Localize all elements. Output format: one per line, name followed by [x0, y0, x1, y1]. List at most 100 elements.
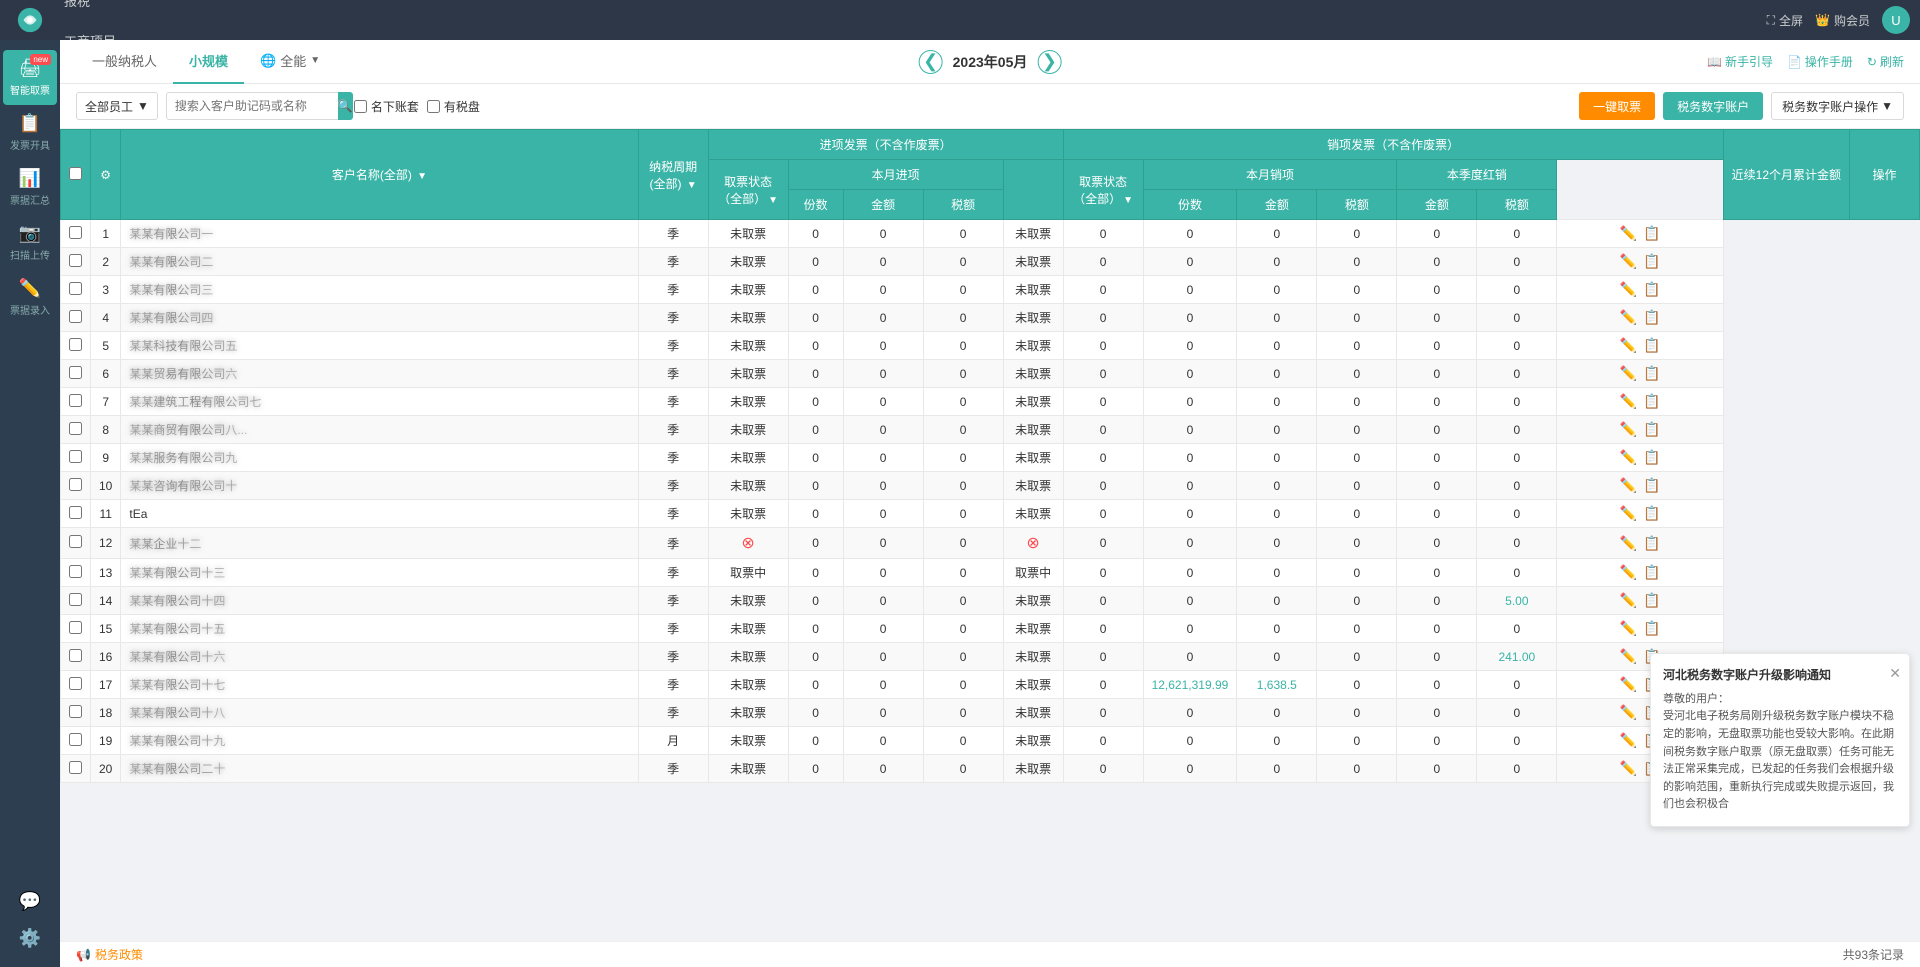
shuiwu-caozuo-btn[interactable]: 税务数字账户操作 ▼	[1771, 92, 1904, 120]
notification-close-btn[interactable]: ✕	[1889, 662, 1901, 684]
row-checkbox-cell[interactable]	[61, 671, 91, 699]
income-status-header[interactable]: 取票状态（全部）▼	[708, 160, 788, 220]
copy-icon[interactable]: 📋	[1643, 535, 1660, 552]
edit-icon[interactable]: ✏️	[1620, 365, 1637, 382]
refresh-btn[interactable]: ↻ 刷新	[1867, 53, 1904, 70]
manual-btn[interactable]: 📄 操作手册	[1787, 53, 1853, 70]
edit-icon[interactable]: ✏️	[1620, 592, 1637, 609]
copy-icon[interactable]: 📋	[1643, 620, 1660, 637]
new-guide-btn[interactable]: 📖 新手引导	[1707, 53, 1773, 70]
fullscreen-btn[interactable]: ⛶ 全屏	[1767, 12, 1803, 29]
copy-icon[interactable]: 📋	[1643, 592, 1660, 609]
copy-icon[interactable]: 📋	[1643, 337, 1660, 354]
row-checkbox[interactable]	[69, 366, 82, 379]
row-checkbox[interactable]	[69, 254, 82, 267]
row-checkbox[interactable]	[69, 621, 82, 634]
edit-icon[interactable]: ✏️	[1620, 620, 1637, 637]
row-checkbox[interactable]	[69, 338, 82, 351]
sidebar-item-0[interactable]: 🖨智能取票new	[3, 50, 57, 105]
row-checkbox-cell[interactable]	[61, 220, 91, 248]
row-checkbox[interactable]	[69, 310, 82, 323]
search-input[interactable]	[167, 99, 338, 113]
row-checkbox[interactable]	[69, 394, 82, 407]
row-checkbox[interactable]	[69, 535, 82, 548]
row-checkbox[interactable]	[69, 705, 82, 718]
copy-icon[interactable]: 📋	[1643, 309, 1660, 326]
row-checkbox-cell[interactable]	[61, 276, 91, 304]
row-checkbox[interactable]	[69, 677, 82, 690]
row-checkbox-cell[interactable]	[61, 332, 91, 360]
sidebar-item-2[interactable]: 📊票据汇总	[3, 160, 57, 215]
row-checkbox-cell[interactable]	[61, 444, 91, 472]
edit-icon[interactable]: ✏️	[1620, 676, 1637, 693]
row-checkbox-cell[interactable]	[61, 528, 91, 559]
row-checkbox-cell[interactable]	[61, 304, 91, 332]
tab-general[interactable]: 一般纳税人	[76, 40, 173, 84]
prev-month-btn[interactable]: ❮	[919, 50, 943, 74]
tab-small-scale[interactable]: 小规模	[173, 40, 244, 84]
member-btn[interactable]: 👑 购会员	[1815, 12, 1870, 29]
tax-policy-label[interactable]: 税务政策	[95, 946, 143, 963]
edit-icon[interactable]: ✏️	[1620, 477, 1637, 494]
xiaming-checkbox-label[interactable]: 名下账套	[354, 98, 419, 115]
edit-icon[interactable]: ✏️	[1620, 704, 1637, 721]
row-checkbox[interactable]	[69, 226, 82, 239]
copy-icon[interactable]: 📋	[1643, 477, 1660, 494]
row-checkbox-cell[interactable]	[61, 559, 91, 587]
avatar[interactable]: U	[1882, 6, 1910, 34]
edit-icon[interactable]: ✏️	[1620, 564, 1637, 581]
sidebar-item-settings[interactable]: ⚙️	[3, 920, 57, 957]
row-checkbox-cell[interactable]	[61, 755, 91, 783]
edit-icon[interactable]: ✏️	[1620, 535, 1637, 552]
row-checkbox-cell[interactable]	[61, 500, 91, 528]
copy-icon[interactable]: 📋	[1643, 505, 1660, 522]
table-wrapper[interactable]: ⚙ 客户名称(全部) ▼ 纳税周期(全部) ▼ 进项发票（不含作废票） 销项发票…	[60, 129, 1920, 941]
sidebar-item-message[interactable]: 💬	[3, 883, 57, 920]
row-checkbox[interactable]	[69, 450, 82, 463]
yijian-qupiao-btn[interactable]: 一键取票	[1579, 92, 1655, 120]
edit-icon[interactable]: ✏️	[1620, 337, 1637, 354]
row-checkbox[interactable]	[69, 649, 82, 662]
edit-icon[interactable]: ✏️	[1620, 253, 1637, 270]
search-button[interactable]: 🔍	[338, 92, 353, 120]
edit-icon[interactable]: ✏️	[1620, 421, 1637, 438]
copy-icon[interactable]: 📋	[1643, 449, 1660, 466]
youshuipan-checkbox[interactable]	[427, 100, 440, 113]
row-checkbox[interactable]	[69, 506, 82, 519]
edit-icon[interactable]: ✏️	[1620, 309, 1637, 326]
tax-period-header[interactable]: 纳税周期(全部) ▼	[638, 130, 708, 220]
customer-name-header[interactable]: 客户名称(全部) ▼	[121, 130, 638, 220]
edit-icon[interactable]: ✏️	[1620, 449, 1637, 466]
edit-icon[interactable]: ✏️	[1620, 760, 1637, 777]
row-checkbox[interactable]	[69, 422, 82, 435]
edit-icon[interactable]: ✏️	[1620, 648, 1637, 665]
row-checkbox[interactable]	[69, 593, 82, 606]
row-checkbox-cell[interactable]	[61, 643, 91, 671]
edit-icon[interactable]: ✏️	[1620, 225, 1637, 242]
sidebar-item-1[interactable]: 📋发票开具	[3, 105, 57, 160]
edit-icon[interactable]: ✏️	[1620, 732, 1637, 749]
copy-icon[interactable]: 📋	[1643, 393, 1660, 410]
row-checkbox-cell[interactable]	[61, 699, 91, 727]
sidebar-item-3[interactable]: 📷扫描上传	[3, 215, 57, 270]
shuiwu-digital-btn[interactable]: 税务数字账户	[1663, 92, 1763, 120]
row-checkbox[interactable]	[69, 478, 82, 491]
sales-status-header[interactable]: 取票状态（全部）▼	[1063, 160, 1143, 220]
copy-icon[interactable]: 📋	[1643, 564, 1660, 581]
xiamingzhangset-checkbox[interactable]	[354, 100, 367, 113]
row-checkbox-cell[interactable]	[61, 587, 91, 615]
row-checkbox[interactable]	[69, 761, 82, 774]
copy-icon[interactable]: 📋	[1643, 421, 1660, 438]
copy-icon[interactable]: 📋	[1643, 281, 1660, 298]
copy-icon[interactable]: 📋	[1643, 225, 1660, 242]
edit-icon[interactable]: ✏️	[1620, 505, 1637, 522]
next-month-btn[interactable]: ❯	[1037, 50, 1061, 74]
copy-icon[interactable]: 📋	[1643, 253, 1660, 270]
row-checkbox[interactable]	[69, 733, 82, 746]
row-checkbox-cell[interactable]	[61, 360, 91, 388]
tab-all[interactable]: 🌐 全能 ▼	[244, 40, 336, 84]
row-checkbox-cell[interactable]	[61, 416, 91, 444]
edit-icon[interactable]: ✏️	[1620, 393, 1637, 410]
nav-item-报税[interactable]: 报税	[50, 0, 130, 20]
row-checkbox-cell[interactable]	[61, 727, 91, 755]
